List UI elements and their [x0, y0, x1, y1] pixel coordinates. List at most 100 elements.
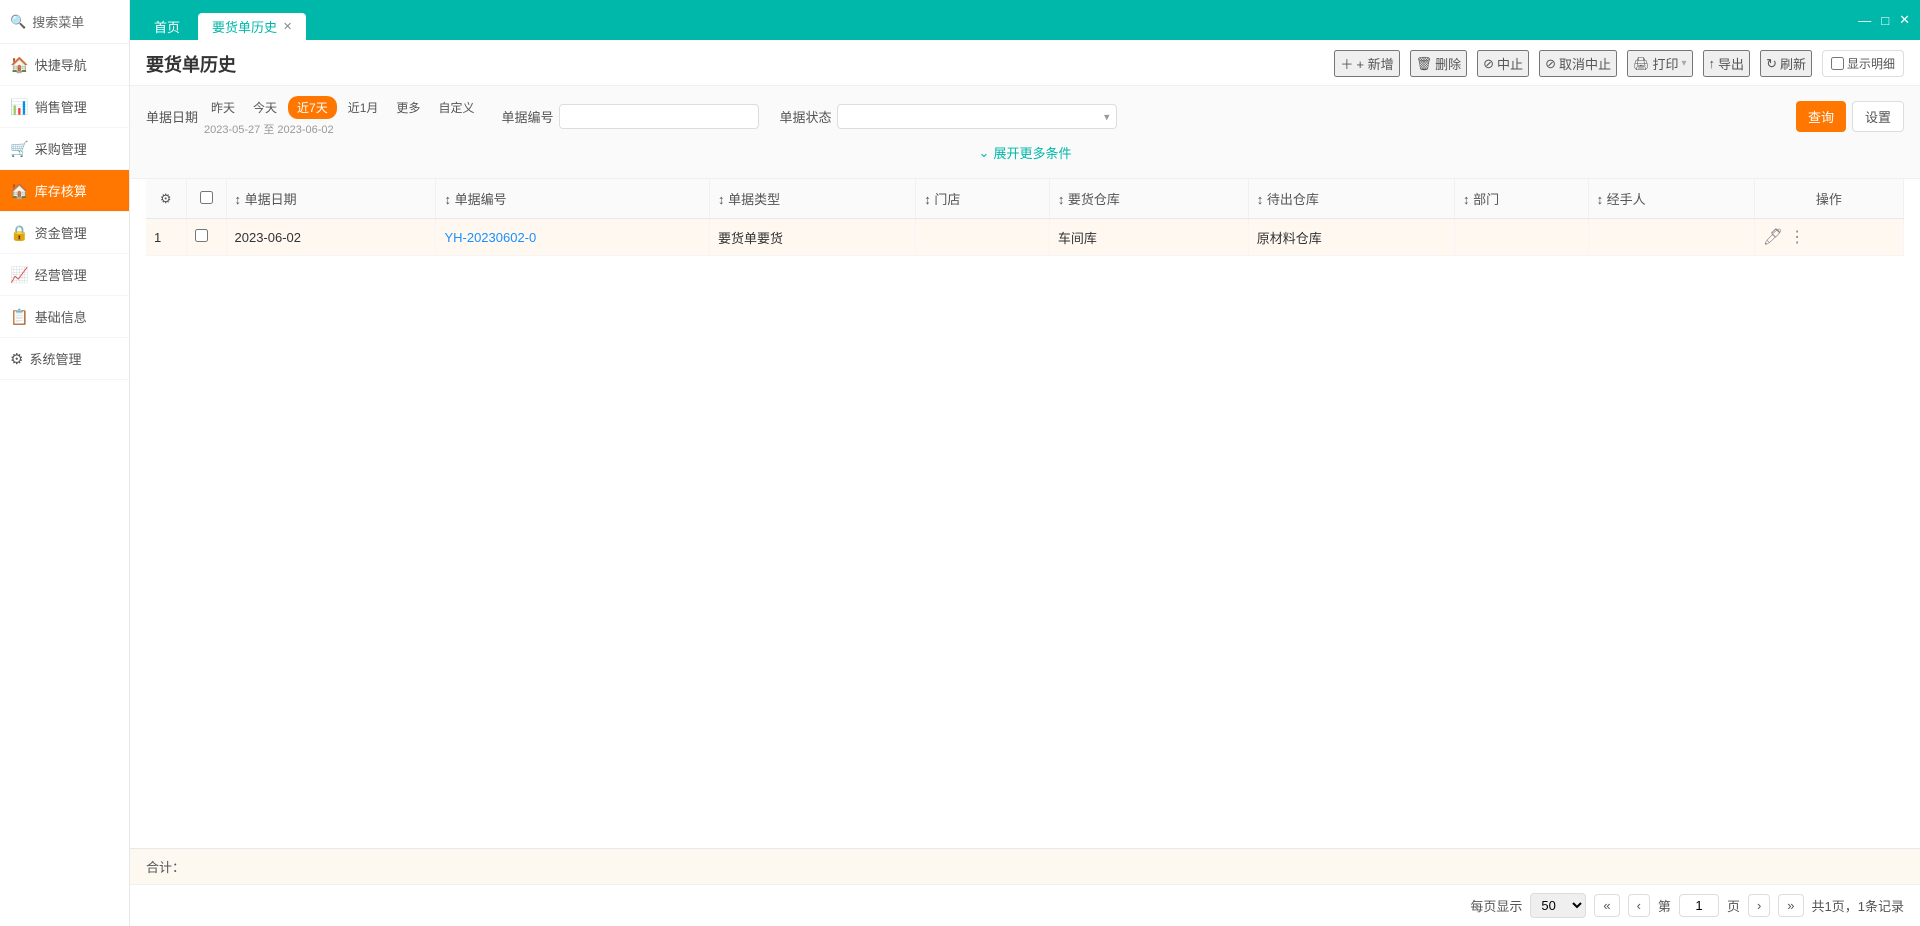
sidebar-item-label: 销售管理	[35, 97, 87, 116]
topbar-tab-requisition-history[interactable]: 要货单历史 ✕	[198, 13, 306, 40]
filter-action-group: 查询 设置	[1796, 101, 1904, 132]
sidebar: 🔍 搜索菜单 🏠快捷导航 📊 销售管理 🛒采购管理 🏠 库存核算 🔒 资金管理 📈经营管理📋基础…	[0, 0, 130, 926]
th-store[interactable]: ↕ 门店	[916, 179, 1050, 219]
th-department[interactable]: ↕ 部门	[1454, 179, 1588, 219]
sales-icon: 📊	[10, 98, 29, 116]
display-detail-checkbox[interactable]	[1831, 57, 1844, 70]
minimize-icon[interactable]: —	[1858, 13, 1871, 28]
content: 要货单历史 ＋ + 新增 🗑 删除 ⊘ 中止 ⊘ 取消中止	[130, 40, 1920, 926]
sidebar-item-purchase[interactable]: 🛒采购管理	[0, 128, 129, 170]
date-btn-自定义[interactable]: 自定义	[431, 96, 481, 119]
settings-icon: ⚙	[160, 191, 172, 206]
cell-department	[1454, 219, 1588, 256]
cell-checkbox[interactable]	[186, 219, 226, 256]
display-detail-toggle[interactable]: 显示明细	[1822, 50, 1904, 77]
cell-bill-type: 要货单要货	[710, 219, 916, 256]
row-edit-btn[interactable]: 🖊	[1763, 227, 1783, 247]
bill-no-input[interactable]	[559, 104, 759, 129]
date-btn-今天[interactable]: 今天	[246, 96, 284, 119]
bill-no-link[interactable]: YH-20230602-0	[444, 230, 536, 245]
row-checkbox[interactable]	[195, 229, 208, 242]
system-icon: ⚙	[10, 350, 23, 368]
page-suffix: 页	[1727, 896, 1740, 915]
sidebar-item-label: 资金管理	[35, 223, 87, 242]
status-select[interactable]	[837, 104, 1117, 129]
settings-button[interactable]: 设置	[1852, 101, 1904, 132]
print-button[interactable]: 🖨 打印 ▾	[1627, 50, 1693, 77]
page-header: 要货单历史 ＋ + 新增 🗑 删除 ⊘ 中止 ⊘ 取消中止	[130, 40, 1920, 86]
finance-icon: 🔒	[10, 224, 29, 242]
th-req-warehouse[interactable]: ↕ 要货仓库	[1049, 179, 1248, 219]
footer-total: 合计：	[130, 848, 1920, 884]
table-area: ⚙ ↕ 单据日期 ↕ 单据编号 ↕ 单据类型	[130, 179, 1920, 848]
new-button[interactable]: ＋ + 新增	[1334, 50, 1399, 77]
date-btn-更多[interactable]: 更多	[389, 96, 427, 119]
tab-label-home: 首页	[154, 17, 180, 36]
date-range-text: 2023-05-27 至 2023-06-02	[204, 121, 481, 137]
last-page-btn[interactable]: »	[1778, 894, 1803, 917]
filter-row: 单据日期 昨天今天近7天近1月更多自定义 2023-05-27 至 2023-0…	[146, 96, 1904, 137]
th-checkbox[interactable]	[186, 179, 226, 219]
status-select-wrapper	[837, 104, 1117, 129]
first-page-btn[interactable]: «	[1594, 894, 1619, 917]
cell-handler	[1588, 219, 1754, 256]
delete-button[interactable]: 🗑 删除	[1410, 50, 1468, 77]
sidebar-item-system[interactable]: ⚙系统管理	[0, 338, 129, 380]
table-row: 1 2023-06-02 YH-20230602-0 要货单要货 车间库 原材料…	[146, 219, 1904, 256]
stop-button[interactable]: ⊘ 中止	[1477, 50, 1529, 77]
cancel-stop-button[interactable]: ⊘ 取消中止	[1539, 50, 1617, 77]
sidebar-item-finance[interactable]: 🔒 资金管理	[0, 212, 129, 254]
main-area: 首页要货单历史✕ — □ ✕ 要货单历史 ＋ + 新增 🗑 删除 ⊘	[130, 0, 1920, 926]
refresh-button[interactable]: ↻ 刷新	[1760, 50, 1812, 77]
inventory-icon: 🏠	[10, 182, 29, 200]
expand-more-btn[interactable]: ⌄ 展开更多条件	[146, 137, 1904, 168]
sidebar-item-quick-nav[interactable]: 🏠快捷导航	[0, 44, 129, 86]
th-bill-type[interactable]: ↕ 单据类型	[710, 179, 916, 219]
sidebar-item-label: 采购管理	[35, 139, 87, 158]
th-date[interactable]: ↕ 单据日期	[226, 179, 436, 219]
query-button[interactable]: 查询	[1796, 101, 1846, 132]
print-icon: 🖨	[1633, 56, 1650, 72]
export-button[interactable]: ↑ 导出	[1703, 50, 1751, 77]
tab-close-requisition-history[interactable]: ✕	[283, 20, 292, 33]
prev-page-btn[interactable]: ‹	[1628, 894, 1650, 917]
bill-no-label: 单据编号	[501, 107, 553, 126]
page-title: 要货单历史	[146, 51, 236, 77]
cell-bill-no: YH-20230602-0	[436, 219, 710, 256]
page-input[interactable]	[1679, 894, 1719, 917]
bill-no-filter-group: 单据编号	[501, 104, 759, 129]
tab-label-requisition-history: 要货单历史	[212, 17, 277, 36]
sidebar-item-label: 经营管理	[35, 265, 87, 284]
search-icon: 🔍	[10, 14, 26, 30]
th-bill-no[interactable]: ↕ 单据编号	[436, 179, 710, 219]
pagination-bar: 每页显示 102050100 « ‹ 第 页 › » 共1页，1条记录	[130, 884, 1920, 926]
date-btn-近1月[interactable]: 近1月	[341, 96, 386, 119]
sidebar-item-inventory[interactable]: 🏠 库存核算	[0, 170, 129, 212]
sidebar-item-sales[interactable]: 📊 销售管理	[0, 86, 129, 128]
sidebar-search[interactable]: 🔍 搜索菜单	[0, 0, 129, 44]
sidebar-item-operations[interactable]: 📈经营管理	[0, 254, 129, 296]
cell-date: 2023-06-02	[226, 219, 436, 256]
topbar: 首页 要货单历史 ✕ — □ ✕	[130, 0, 1920, 40]
date-btn-昨天[interactable]: 昨天	[204, 96, 242, 119]
topbar-right: — □ ✕	[1858, 12, 1910, 28]
row-more-btn[interactable]: ⋮	[1789, 227, 1805, 247]
sidebar-item-basic-info[interactable]: 📋基础信息	[0, 296, 129, 338]
close-window-icon[interactable]: ✕	[1899, 12, 1910, 28]
per-page-label: 每页显示	[1470, 896, 1522, 915]
maximize-icon[interactable]: □	[1881, 13, 1889, 28]
topbar-tab-home[interactable]: 首页	[140, 13, 194, 40]
cell-index: 1	[146, 219, 186, 256]
total-info: 共1页，1条记录	[1812, 896, 1904, 915]
th-handler[interactable]: ↕ 经手人	[1588, 179, 1754, 219]
th-settings[interactable]: ⚙	[146, 179, 186, 219]
filter-area: 单据日期 昨天今天近7天近1月更多自定义 2023-05-27 至 2023-0…	[130, 86, 1920, 179]
date-btn-近7天[interactable]: 近7天	[288, 96, 337, 119]
th-pending-warehouse[interactable]: ↕ 待出仓库	[1248, 179, 1454, 219]
toolbar: ＋ + 新增 🗑 删除 ⊘ 中止 ⊘ 取消中止 🖨 打印	[1334, 50, 1904, 77]
next-page-btn[interactable]: ›	[1748, 894, 1770, 917]
select-all-checkbox[interactable]	[200, 191, 213, 204]
status-filter-group: 单据状态	[779, 104, 1117, 129]
per-page-select[interactable]: 102050100	[1530, 893, 1586, 918]
sidebar-item-label: 库存核算	[35, 181, 87, 200]
